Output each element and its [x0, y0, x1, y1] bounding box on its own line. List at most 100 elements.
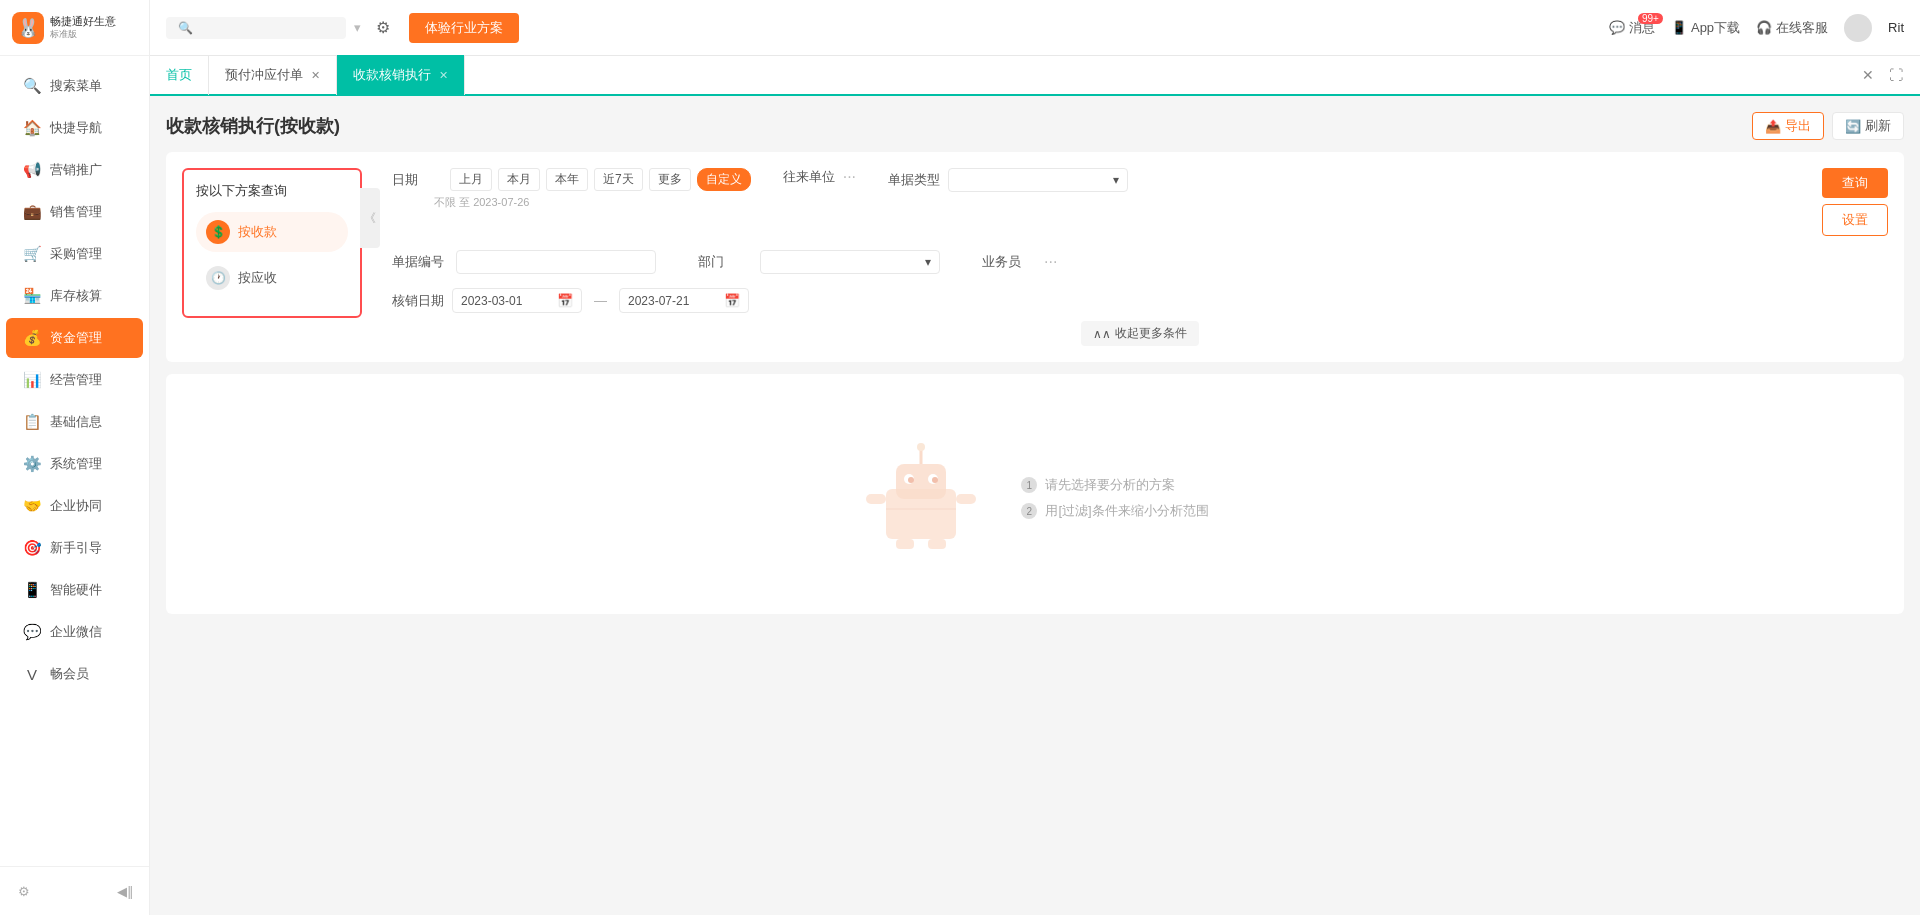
sidebar-item-purchase[interactable]: 🛒 采购管理	[6, 234, 143, 274]
sidebar-item-guide[interactable]: 🎯 新手引导	[6, 528, 143, 568]
tab-expand-area: ✕ ⛶	[1856, 63, 1920, 87]
tab-prepay-close[interactable]: ✕	[311, 69, 320, 82]
sidebar-bottom: ⚙ ◀‖	[0, 866, 149, 915]
date-btn-lastmonth[interactable]: 上月	[450, 168, 492, 191]
sidebar-item-label: 企业微信	[50, 623, 102, 641]
operations-icon: 📊	[22, 370, 42, 390]
page-header: 收款核销执行(按收款) 📤 导出 🔄 刷新	[166, 112, 1904, 140]
date-btn-7days[interactable]: 近7天	[594, 168, 643, 191]
tab-receivable-close[interactable]: ✕	[439, 69, 448, 82]
app-name: 畅捷通好生意	[50, 14, 116, 28]
verify-end-input[interactable]: 2023-07-21 📅	[619, 288, 749, 313]
sidebar-item-label: 采购管理	[50, 245, 102, 263]
sidebar-item-basicinfo[interactable]: 📋 基础信息	[6, 402, 143, 442]
gear-icon[interactable]: ⚙	[369, 14, 397, 42]
date-range-hint: 不限 至 2023-07-26	[392, 195, 751, 210]
purchase-icon: 🛒	[22, 244, 42, 264]
receipt-icon: 💲	[206, 220, 230, 244]
search-icon: 🔍	[22, 76, 42, 96]
topbar-arrow[interactable]: ▾	[354, 20, 361, 35]
staff-label: 业务员	[982, 253, 1032, 271]
refresh-button[interactable]: 🔄 刷新	[1832, 112, 1904, 140]
app-download-label: App下载	[1691, 19, 1740, 37]
calendar-icon-end: 📅	[724, 293, 740, 308]
verify-start-input[interactable]: 2023-03-01 📅	[452, 288, 582, 313]
date-btn-more[interactable]: 更多	[649, 168, 691, 191]
svg-rect-11	[896, 539, 914, 549]
tab-home[interactable]: 首页	[150, 55, 209, 95]
filter-option-by-receipt[interactable]: 💲 按收款	[196, 212, 348, 252]
sidebar-item-cooperation[interactable]: 🤝 企业协同	[6, 486, 143, 526]
settings-bottom-icon[interactable]: ⚙	[10, 877, 38, 905]
service-label: 在线客服	[1776, 19, 1828, 37]
tab-expand-icon[interactable]: ⛶	[1884, 63, 1908, 87]
sidebar-item-hardware[interactable]: 📱 智能硬件	[6, 570, 143, 610]
app-logo: 🐰 畅捷通好生意 标准版	[0, 0, 149, 56]
online-service[interactable]: 🎧 在线客服	[1756, 19, 1828, 37]
robot-svg	[861, 434, 981, 554]
tab-receivable[interactable]: 收款核销执行 ✕	[337, 55, 465, 95]
topbar-right: 💬 消息 99+ 📱 App下载 🎧 在线客服 Rit	[1609, 14, 1904, 42]
tab-prepay[interactable]: 预付冲应付单 ✕	[209, 55, 337, 95]
tip-num-1: 1	[1021, 477, 1037, 493]
svg-point-4	[908, 477, 914, 483]
topbar-search[interactable]: 🔍	[166, 17, 346, 39]
sidebar-item-label: 营销推广	[50, 161, 102, 179]
doctype-label: 单据类型	[888, 171, 940, 189]
collapse-sidebar-btn[interactable]: 《	[360, 188, 380, 248]
empty-tip-2: 2 用[过滤]条件来缩小分析范围	[1021, 502, 1208, 520]
app-download[interactable]: 📱 App下载	[1671, 19, 1740, 37]
docno-label: 单据编号	[392, 253, 444, 271]
query-button[interactable]: 查询	[1822, 168, 1888, 198]
svg-rect-1	[896, 464, 946, 499]
collapse-more-button[interactable]: ∧∧ 收起更多条件	[1081, 321, 1199, 346]
calendar-icon: 📅	[557, 293, 573, 308]
sidebar: 🐰 畅捷通好生意 标准版 🔍 搜索菜单 🏠 快捷导航 📢 营销推广 💼 销售管理…	[0, 0, 150, 915]
empty-illustration	[861, 434, 981, 554]
filter-option-label: 按收款	[238, 223, 277, 241]
setting-button[interactable]: 设置	[1822, 204, 1888, 236]
sidebar-item-sales[interactable]: 💼 销售管理	[6, 192, 143, 232]
tab-close-all-icon[interactable]: ✕	[1856, 63, 1880, 87]
sidebar-item-marketing[interactable]: 📢 营销推广	[6, 150, 143, 190]
sidebar-item-search[interactable]: 🔍 搜索菜单	[6, 66, 143, 106]
filter-option-by-receivable[interactable]: 🕐 按应收	[196, 258, 348, 298]
counterpart-dots: ···	[843, 168, 856, 186]
sidebar-item-vip[interactable]: V 畅会员	[6, 654, 143, 694]
message-icon[interactable]: 💬 消息 99+	[1609, 19, 1655, 37]
sidebar-item-quicknav[interactable]: 🏠 快捷导航	[6, 108, 143, 148]
docno-input[interactable]	[456, 250, 656, 274]
date-btn-custom[interactable]: 自定义	[697, 168, 751, 191]
home-icon: 🏠	[22, 118, 42, 138]
sidebar-item-finance[interactable]: 💰 资金管理	[6, 318, 143, 358]
sidebar-item-label: 基础信息	[50, 413, 102, 431]
dept-select[interactable]: ▾	[760, 250, 940, 274]
solution-button[interactable]: 体验行业方案	[409, 13, 519, 43]
avatar	[1844, 14, 1872, 42]
date-btn-thisyear[interactable]: 本年	[546, 168, 588, 191]
svg-point-7	[917, 443, 925, 451]
export-label: 导出	[1785, 117, 1811, 135]
sidebar-item-operations[interactable]: 📊 经营管理	[6, 360, 143, 400]
username[interactable]: Rit	[1888, 20, 1904, 35]
sales-icon: 💼	[22, 202, 42, 222]
page-title: 收款核销执行(按收款)	[166, 114, 340, 138]
sidebar-item-wechat[interactable]: 💬 企业微信	[6, 612, 143, 652]
tip-num-2: 2	[1021, 503, 1037, 519]
page-content: 收款核销执行(按收款) 📤 导出 🔄 刷新 按以下方案查询 💲	[150, 96, 1920, 915]
counterpart-label: 往来单位	[783, 168, 835, 186]
verify-end-value: 2023-07-21	[628, 294, 689, 308]
sidebar-item-inventory[interactable]: 🏪 库存核算	[6, 276, 143, 316]
date-label: 日期	[392, 171, 442, 189]
sidebar-item-system[interactable]: ⚙️ 系统管理	[6, 444, 143, 484]
doctype-select[interactable]: ▾	[948, 168, 1128, 192]
date-btn-thismonth[interactable]: 本月	[498, 168, 540, 191]
tabbar: 首页 预付冲应付单 ✕ 收款核销执行 ✕ ✕ ⛶	[150, 56, 1920, 96]
search-icon: 🔍	[178, 21, 193, 35]
empty-state: 1 请先选择要分析的方案 2 用[过滤]条件来缩小分析范围	[166, 374, 1904, 614]
guide-icon: 🎯	[22, 538, 42, 558]
tip-text-2: 用[过滤]条件来缩小分析范围	[1045, 502, 1208, 520]
export-button[interactable]: 📤 导出	[1752, 112, 1824, 140]
collapse-sidebar-icon[interactable]: ◀‖	[111, 877, 139, 905]
date-shortcuts: 上月 本月 本年 近7天 更多 自定义	[450, 168, 751, 191]
